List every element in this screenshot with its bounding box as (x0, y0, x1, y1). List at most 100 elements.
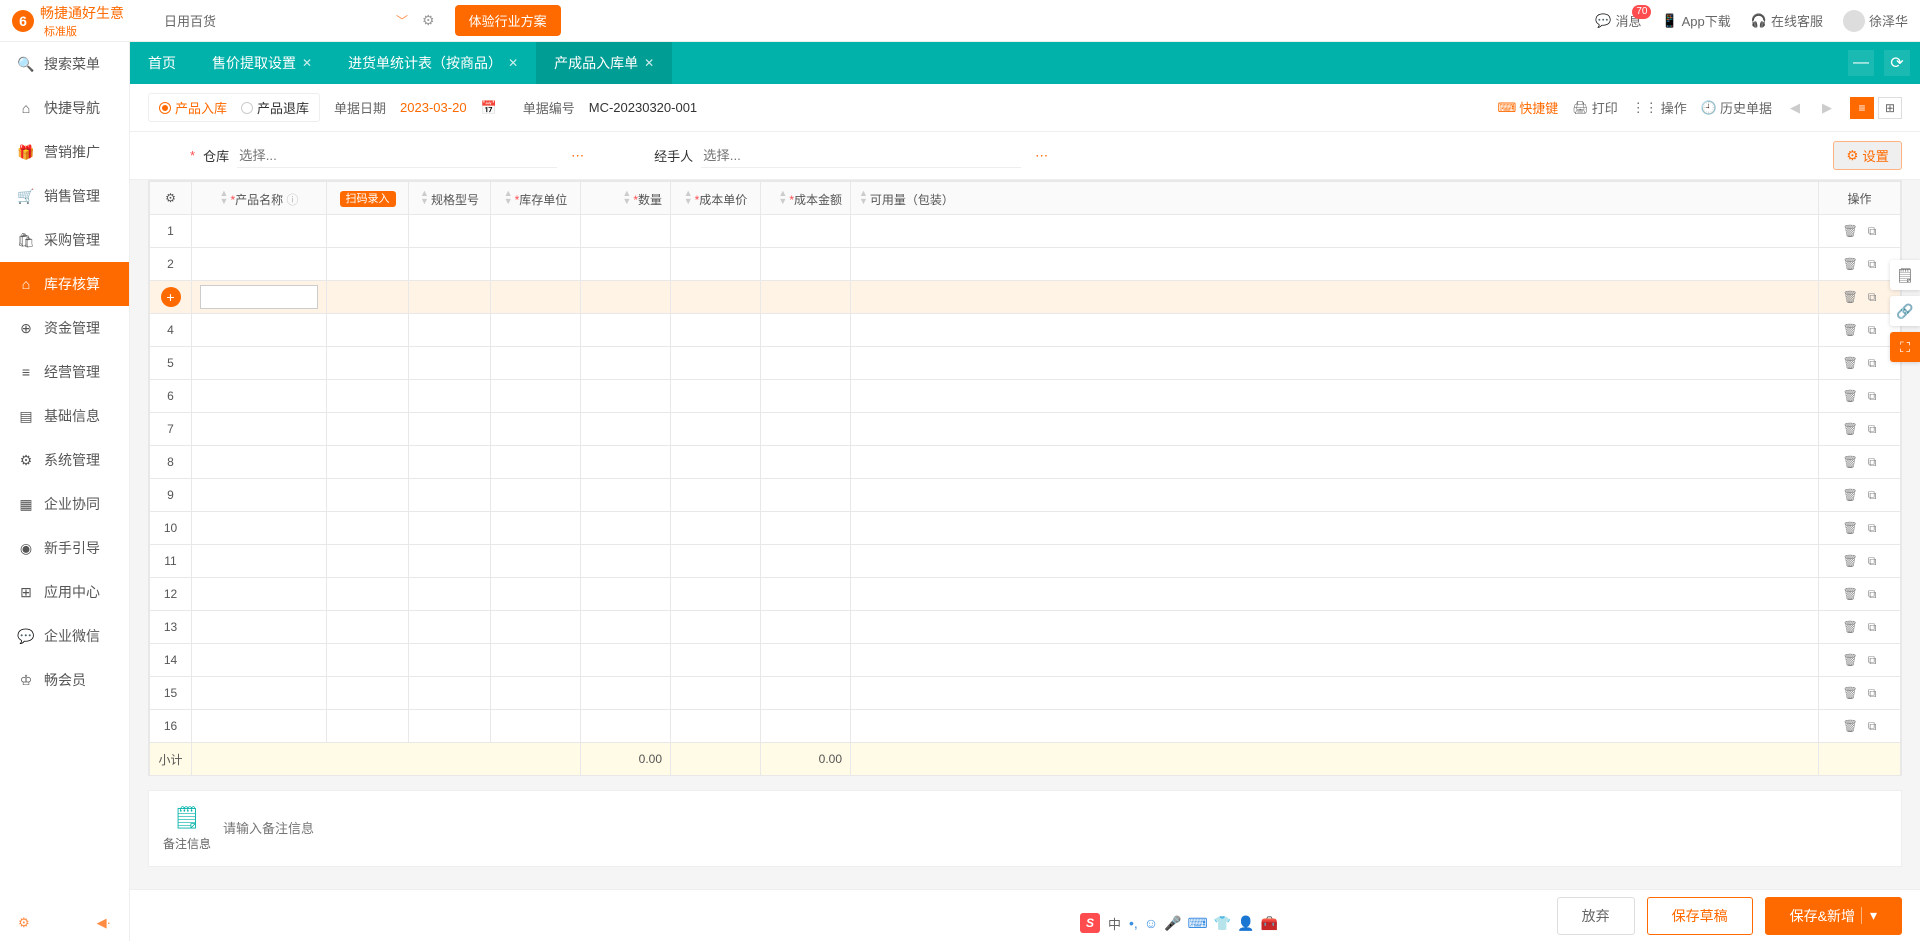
sidebar-item[interactable]: ≡经营管理 (0, 350, 129, 394)
sidebar-item[interactable]: ▦企业协同 (0, 482, 129, 526)
col-qty[interactable]: ▲▼*数量 (581, 182, 671, 215)
table-row[interactable]: 12 🗑⧉ (150, 578, 1901, 611)
ime-tool-icon[interactable]: •, (1129, 915, 1138, 932)
copy-icon[interactable]: ⧉ (1868, 323, 1877, 338)
radio-product-out[interactable]: 产品退库 (241, 98, 309, 117)
copy-icon[interactable]: ⧉ (1868, 653, 1877, 668)
col-spec[interactable]: ▲▼规格型号 (409, 182, 491, 215)
rail-expand-button[interactable]: ⛶ (1890, 332, 1920, 362)
table-row[interactable]: 6 🗑⧉ (150, 380, 1901, 413)
col-amount[interactable]: ▲▼*成本金额 (761, 182, 851, 215)
next-arrow-icon[interactable]: ▶ (1818, 100, 1836, 116)
shortcut-link[interactable]: ⌨ 快捷键 (1497, 98, 1558, 117)
tab[interactable]: 进货单统计表（按商品）✕ (330, 42, 536, 84)
rail-link-button[interactable]: 🔗 (1890, 296, 1920, 326)
copy-icon[interactable]: ⧉ (1868, 356, 1877, 371)
table-row[interactable]: 7 🗑⧉ (150, 413, 1901, 446)
delete-icon[interactable]: 🗑 (1843, 257, 1858, 272)
delete-icon[interactable]: 🗑 (1843, 224, 1858, 239)
sidebar-item[interactable]: ◉新手引导 (0, 526, 129, 570)
more-icon[interactable]: ⋯ (571, 148, 584, 164)
table-row[interactable]: 2 🗑⧉ (150, 248, 1901, 281)
delete-icon[interactable]: 🗑 (1843, 389, 1858, 404)
table-row[interactable]: 11 🗑⧉ (150, 545, 1901, 578)
sidebar-item[interactable]: 🎁营销推广 (0, 130, 129, 174)
delete-icon[interactable]: 🗑 (1843, 422, 1858, 437)
delete-icon[interactable]: 🗑 (1843, 686, 1858, 701)
add-row-icon[interactable]: + (161, 287, 181, 307)
user-menu[interactable]: 徐泽华 (1843, 10, 1908, 32)
tab[interactable]: 首页 (130, 42, 194, 84)
ime-mic-icon[interactable]: 🎤 (1164, 915, 1181, 932)
ime-lang[interactable]: 中 (1108, 914, 1121, 933)
gear-icon[interactable]: ⚙ (422, 12, 435, 29)
delete-icon[interactable]: 🗑 (1843, 455, 1858, 470)
prev-arrow-icon[interactable]: ◀ (1786, 100, 1804, 116)
close-icon[interactable]: ✕ (644, 56, 654, 70)
sidebar-item[interactable]: ⊕资金管理 (0, 306, 129, 350)
close-icon[interactable]: ✕ (302, 56, 312, 70)
close-icon[interactable]: ✕ (508, 56, 518, 70)
ime-logo-icon[interactable]: S (1080, 913, 1100, 933)
delete-icon[interactable]: 🗑 (1843, 290, 1858, 305)
ime-skin-icon[interactable]: 👕 (1214, 915, 1231, 932)
col-product-name[interactable]: ▲▼*产品名称 ⓘ (192, 182, 327, 215)
copy-icon[interactable]: ⧉ (1868, 587, 1877, 602)
bill-date-value[interactable]: 2023-03-20 (400, 100, 467, 115)
copy-icon[interactable]: ⧉ (1868, 521, 1877, 536)
save-add-button[interactable]: 保存&新增 ▾ (1765, 897, 1902, 935)
sidebar-item[interactable]: ♔畅会员 (0, 658, 129, 702)
delete-icon[interactable]: 🗑 (1843, 521, 1858, 536)
ime-user-icon[interactable]: 👤 (1237, 915, 1254, 932)
table-row[interactable]: 15 🗑⧉ (150, 677, 1901, 710)
sidebar-item[interactable]: ⊞应用中心 (0, 570, 129, 614)
handler-input[interactable] (701, 144, 1021, 168)
sidebar-item[interactable]: 🛒销售管理 (0, 174, 129, 218)
tab[interactable]: 产成品入库单✕ (536, 42, 672, 84)
calendar-icon[interactable]: 📅 (481, 100, 497, 116)
sidebar-item[interactable]: ⚙系统管理 (0, 438, 129, 482)
table-row[interactable]: + 🗑⧉ (150, 281, 1901, 314)
copy-icon[interactable]: ⧉ (1868, 554, 1877, 569)
copy-icon[interactable]: ⧉ (1868, 422, 1877, 437)
tabs-refresh-button[interactable]: ⟳ (1884, 50, 1910, 76)
experience-button[interactable]: 体验行业方案 (455, 5, 561, 36)
copy-icon[interactable]: ⧉ (1868, 686, 1877, 701)
sidebar-item[interactable]: 🔍搜索菜单 (0, 42, 129, 86)
product-name-input[interactable] (200, 285, 318, 309)
tab[interactable]: 售价提取设置✕ (194, 42, 330, 84)
messages-link[interactable]: 💬 消息 70 (1595, 11, 1641, 30)
table-row[interactable]: 9 🗑⧉ (150, 479, 1901, 512)
col-avail[interactable]: ▲▼可用量（包装） (851, 182, 1819, 215)
more-icon[interactable]: ⋯ (1035, 148, 1048, 164)
view-card-button[interactable]: ⊞ (1878, 97, 1902, 119)
table-row[interactable]: 16 🗑⧉ (150, 710, 1901, 743)
ime-emoji-icon[interactable]: ☺ (1144, 915, 1158, 932)
discard-button[interactable]: 放弃 (1557, 897, 1635, 935)
copy-icon[interactable]: ⧉ (1868, 257, 1877, 272)
table-row[interactable]: 5 🗑⧉ (150, 347, 1901, 380)
online-service-link[interactable]: 🎧 在线客服 (1751, 11, 1823, 30)
delete-icon[interactable]: 🗑 (1843, 587, 1858, 602)
sidebar-item[interactable]: ⌂库存核算 (0, 262, 129, 306)
view-list-button[interactable]: ≡ (1850, 97, 1874, 119)
tabs-minimize-button[interactable]: — (1848, 50, 1874, 76)
copy-icon[interactable]: ⧉ (1868, 719, 1877, 734)
print-link[interactable]: 🖨 打印 (1572, 98, 1618, 117)
delete-icon[interactable]: 🗑 (1843, 488, 1858, 503)
save-draft-button[interactable]: 保存草稿 (1647, 897, 1753, 935)
delete-icon[interactable]: 🗑 (1843, 719, 1858, 734)
copy-icon[interactable]: ⧉ (1868, 389, 1877, 404)
col-unit[interactable]: ▲▼*库存单位 (491, 182, 581, 215)
table-row[interactable]: 14 🗑⧉ (150, 644, 1901, 677)
radio-product-in[interactable]: 产品入库 (159, 98, 227, 117)
delete-icon[interactable]: 🗑 (1843, 653, 1858, 668)
table-row[interactable]: 10 🗑⧉ (150, 512, 1901, 545)
col-scan[interactable]: 扫码录入 (327, 182, 409, 215)
delete-icon[interactable]: 🗑 (1843, 554, 1858, 569)
col-gear[interactable]: ⚙ (150, 182, 192, 215)
table-row[interactable]: 8 🗑⧉ (150, 446, 1901, 479)
rail-note-button[interactable]: 🗒 (1890, 260, 1920, 290)
table-row[interactable]: 1 🗑⧉ (150, 215, 1901, 248)
sidebar-item[interactable]: ⌂快捷导航 (0, 86, 129, 130)
